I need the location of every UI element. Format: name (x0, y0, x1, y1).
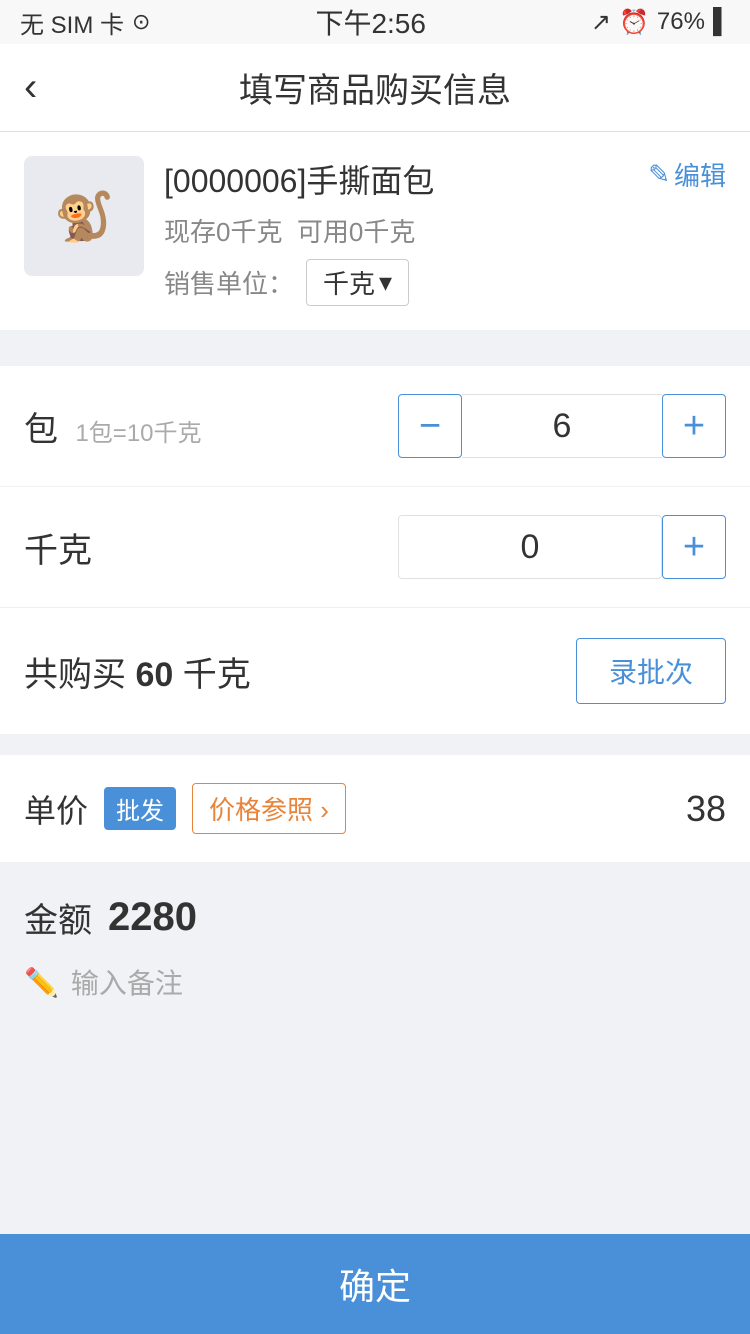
price-label: 单价 (24, 786, 88, 832)
product-name: [0000006]手撕面包 (164, 156, 726, 202)
confirm-button-label: 确定 (339, 1258, 411, 1310)
battery-icon: ▌ (713, 8, 730, 36)
unit-label: 销售单位： (164, 264, 294, 301)
confirm-button-area[interactable]: 确定 (0, 1234, 750, 1334)
alarm-icon: ⏰ (619, 8, 649, 37)
product-thumbnail: 🐒 (24, 156, 144, 276)
edit-button[interactable]: ✎ 编辑 (648, 156, 726, 193)
bao-label: 包 1包=10千克 (24, 402, 398, 451)
battery-text: 76% (657, 8, 705, 36)
price-section: 单价 批发 价格参照 › 38 (0, 755, 750, 863)
price-value: 38 (686, 788, 726, 830)
section-separator-2 (0, 735, 750, 755)
section-separator-1 (0, 346, 750, 366)
input-section: 包 1包=10千克 − + 千克 + (0, 366, 750, 608)
status-time: 下午2:56 (315, 2, 426, 42)
amount-label: 金额 (24, 893, 92, 942)
product-stock: 现存0千克 可用0千克 (164, 212, 726, 249)
quantity-plus-button[interactable]: + (662, 394, 726, 458)
remark-placeholder[interactable]: 输入备注 (71, 962, 183, 1002)
bao-row: 包 1包=10千克 − + (0, 366, 750, 487)
kg-plus-button[interactable]: + (662, 515, 726, 579)
summary-section: 共购买 60 千克 录批次 (0, 608, 750, 735)
product-thumb-icon: 🐒 (54, 188, 114, 245)
kg-label: 千克 (24, 523, 398, 572)
location-icon: ↗ (591, 8, 611, 37)
quantity-control: − + (398, 394, 726, 458)
price-ref-button[interactable]: 价格参照 › (192, 783, 346, 834)
quantity-minus-button[interactable]: − (398, 394, 462, 458)
amount-row: 金额 2280 (24, 893, 726, 942)
remark-row[interactable]: ✏️ 输入备注 (24, 962, 726, 1002)
quantity-input[interactable] (462, 394, 662, 458)
amount-value: 2280 (108, 895, 197, 940)
kg-input[interactable] (398, 515, 662, 579)
status-left: 无 SIM 卡 ⊙ (20, 5, 150, 40)
kg-row: 千克 + (0, 487, 750, 608)
page-title: 填写商品购买信息 (239, 63, 511, 112)
batch-button[interactable]: 录批次 (576, 638, 726, 704)
wifi-icon: ⊙ (132, 9, 150, 35)
kg-input-group: + (398, 515, 726, 579)
status-right: ↗ ⏰ 76% ▌ (591, 8, 730, 37)
bao-sublabel: 1包=10千克 (75, 420, 201, 447)
product-info: [0000006]手撕面包 现存0千克 可用0千克 销售单位： 千克 ▾ (164, 156, 726, 306)
status-bar: 无 SIM 卡 ⊙ 下午2:56 ↗ ⏰ 76% ▌ (0, 0, 750, 44)
back-button[interactable]: ‹ (24, 65, 37, 110)
pencil-icon: ✏️ (24, 966, 59, 999)
edit-icon: ✎ (648, 159, 670, 190)
nav-bar: ‹ 填写商品购买信息 (0, 44, 750, 132)
summary-row: 共购买 60 千克 录批次 (0, 608, 750, 735)
product-unit-row: 销售单位： 千克 ▾ (164, 259, 726, 306)
carrier-text: 无 SIM 卡 (20, 5, 124, 40)
summary-text: 共购买 60 千克 (24, 647, 251, 696)
price-tag: 批发 (104, 787, 176, 830)
product-section: 🐒 [0000006]手撕面包 现存0千克 可用0千克 销售单位： 千克 ▾ ✎… (0, 132, 750, 330)
unit-select[interactable]: 千克 ▾ (306, 259, 409, 306)
amount-section: 金额 2280 ✏️ 输入备注 (0, 863, 750, 1018)
